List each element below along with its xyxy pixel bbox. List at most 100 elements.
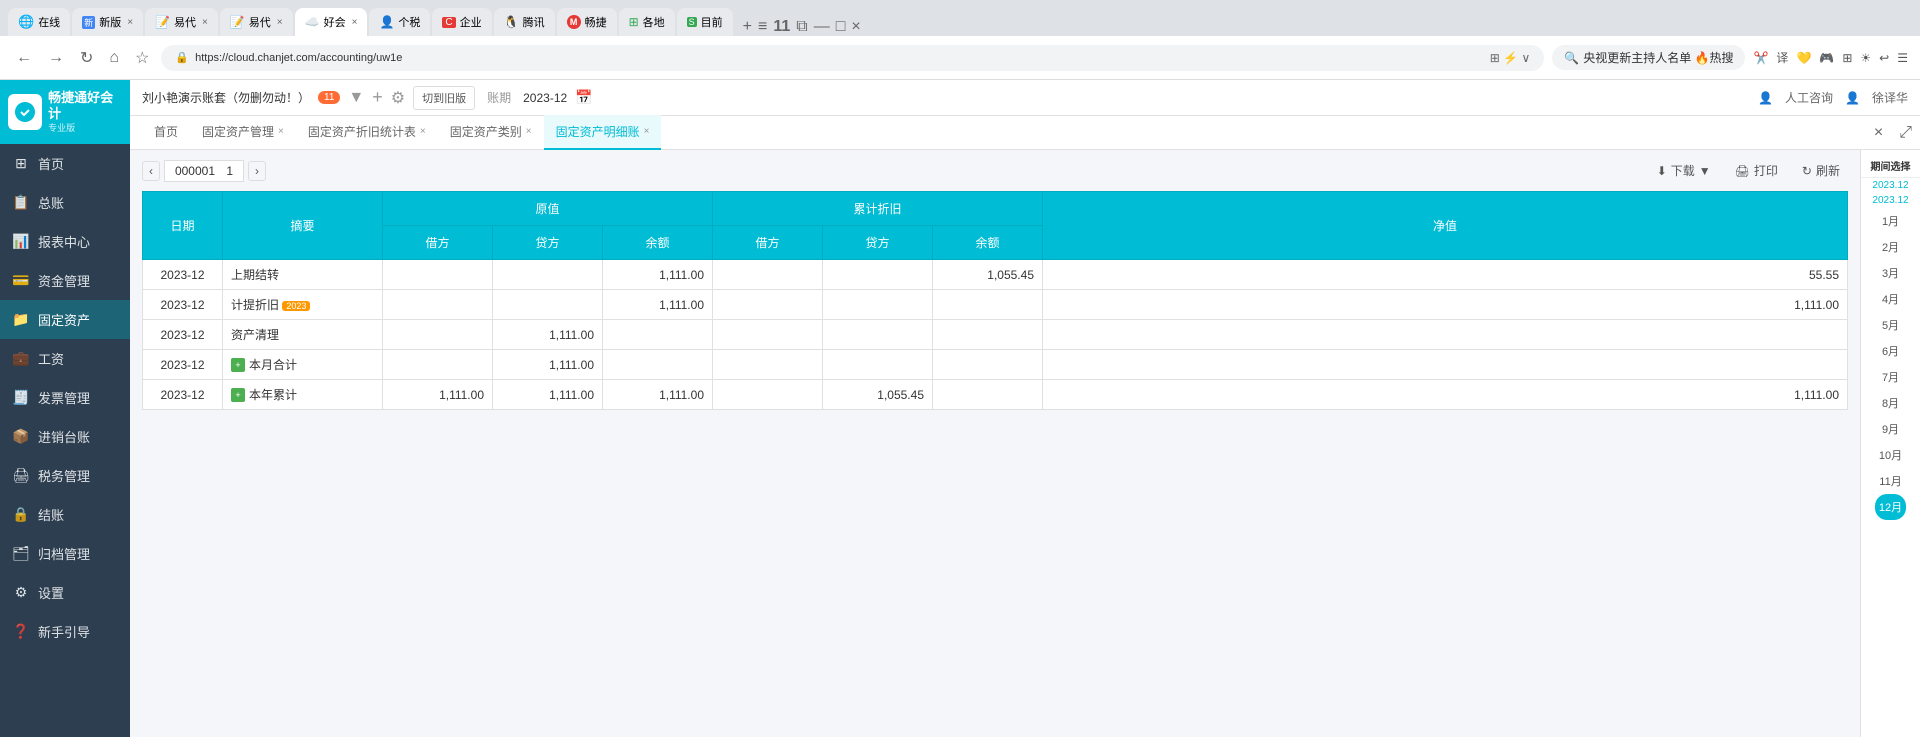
prev-asset-button[interactable]: ‹ — [142, 161, 160, 181]
tab-close-asset-detail[interactable]: × — [644, 126, 650, 137]
forward-button[interactable]: → — [44, 45, 68, 71]
tab-close-2[interactable]: × — [127, 17, 133, 28]
period-month-item[interactable]: 10月 — [1875, 442, 1906, 468]
download-button[interactable]: ⬇ 下载 ▼ — [1649, 158, 1719, 183]
reload-button[interactable]: ↻ — [76, 44, 97, 72]
grid-icon[interactable]: ⊞ — [1842, 51, 1852, 65]
next-asset-button[interactable]: › — [248, 161, 266, 181]
minimize-button[interactable]: 11 — [773, 18, 790, 36]
page-tab-depreciation-stats[interactable]: 固定资产折旧统计表 × — [296, 115, 438, 150]
asset-id-display: 000001 1 — [164, 160, 244, 182]
notification-badge: 11 — [318, 91, 340, 104]
expand-tab-button[interactable]: ⤢ — [1891, 120, 1920, 146]
sidebar-item-tax[interactable]: 🖨 税务管理 — [0, 456, 130, 495]
scissors-icon[interactable]: ✂️ — [1753, 51, 1768, 65]
support-label[interactable]: 人工咨询 — [1785, 89, 1833, 106]
search-box[interactable]: 🔍 央视更新主持人名单 🔥热搜 — [1552, 45, 1745, 70]
sidebar-item-settings[interactable]: ⚙ 设置 — [0, 573, 130, 612]
tab-close-5[interactable]: × — [352, 17, 358, 28]
page-tab-home[interactable]: 首页 — [142, 115, 190, 150]
sidebar-item-fixed-assets[interactable]: 📁 固定资产 — [0, 300, 130, 339]
sidebar-item-settlement[interactable]: 🔒 结账 — [0, 495, 130, 534]
page-tab-asset-detail[interactable]: 固定资产明细账 × — [544, 115, 662, 150]
cell-dep-balance: 1,055.45 — [933, 260, 1043, 290]
account-settings-button[interactable]: ⚙ — [391, 88, 405, 108]
wallet-icon[interactable]: 💛 — [1796, 51, 1811, 65]
period-month-item[interactable]: 7月 — [1875, 364, 1906, 390]
add-account-button[interactable]: + — [372, 87, 383, 108]
tab-close-fixed-assets-mgmt[interactable]: × — [278, 126, 284, 137]
undo-icon[interactable]: ↩ — [1879, 51, 1889, 65]
browser-tab-6[interactable]: 👤 个税 — [369, 8, 430, 36]
period-month-item[interactable]: 2月 — [1875, 234, 1906, 260]
period-date-2: 2023.12 — [1870, 193, 1910, 208]
sidebar-item-general-ledger[interactable]: 📋 总账 — [0, 183, 130, 222]
account-dropdown-icon[interactable]: ▼ — [348, 89, 364, 107]
close-current-tab-button[interactable]: × — [1866, 120, 1891, 146]
tab-close-3[interactable]: × — [202, 17, 208, 28]
cell-dep-balance — [933, 350, 1043, 380]
period-month-item[interactable]: 3月 — [1875, 260, 1906, 286]
sidebar-item-invoice[interactable]: 🧾 发票管理 — [0, 378, 130, 417]
sidebar-item-home[interactable]: ⊞ 首页 — [0, 144, 130, 183]
switch-version-button[interactable]: 切到旧版 — [413, 86, 475, 110]
brightness-icon[interactable]: ☀ — [1860, 51, 1871, 65]
menu-icon[interactable]: ☰ — [1897, 51, 1908, 65]
period-months-list: 1月2月3月4月5月6月7月8月9月10月11月12月 — [1875, 208, 1906, 520]
close-browser-button[interactable]: — — [814, 18, 830, 36]
browser-tab-9[interactable]: M 畅捷 — [557, 8, 617, 36]
period-month-item[interactable]: 8月 — [1875, 390, 1906, 416]
page-tab-fixed-assets-mgmt[interactable]: 固定资产管理 × — [190, 115, 296, 150]
sidebar-item-reports[interactable]: 📊 报表中心 — [0, 222, 130, 261]
browser-tab-8[interactable]: 🐧 腾讯 — [494, 8, 555, 36]
sidebar-item-funds[interactable]: 💳 资金管理 — [0, 261, 130, 300]
period-month-item[interactable]: 1月 — [1875, 208, 1906, 234]
tab-close-depreciation-stats[interactable]: × — [420, 126, 426, 137]
cell-orig-debit — [383, 260, 493, 290]
user-avatar-icon[interactable]: 👤 — [1845, 91, 1860, 105]
period-month-item[interactable]: 5月 — [1875, 312, 1906, 338]
maximize-button[interactable]: □ — [836, 18, 846, 36]
browser-tab-3[interactable]: 📝 易代 × — [145, 8, 218, 36]
period-month-item[interactable]: 4月 — [1875, 286, 1906, 312]
tab-close-4[interactable]: × — [277, 17, 283, 28]
topbar-right: 👤 人工咨询 👤 徐译华 — [1758, 89, 1908, 106]
refresh-button[interactable]: ↻ 刷新 — [1794, 158, 1848, 183]
new-tab-button[interactable]: + — [743, 18, 752, 36]
tab-close-asset-category[interactable]: × — [526, 126, 532, 137]
tab-overflow-button[interactable]: ≡ — [758, 18, 767, 36]
restore-button[interactable]: ⧉ — [796, 18, 807, 36]
period-month-item[interactable]: 12月 — [1875, 494, 1906, 520]
sidebar-item-guide[interactable]: ❓ 新手引导 — [0, 612, 130, 651]
page-tab-asset-category[interactable]: 固定资产类别 × — [438, 115, 544, 150]
browser-tab-7[interactable]: C 企业 — [432, 8, 491, 36]
guide-icon: ❓ — [12, 623, 30, 640]
cell-dep-debit — [713, 290, 823, 320]
period-month-item[interactable]: 11月 — [1875, 468, 1906, 494]
cell-date: 2023-12 — [143, 260, 223, 290]
home-button[interactable]: ⌂ — [105, 45, 123, 71]
close-window-button[interactable]: × — [851, 18, 860, 36]
address-bar[interactable]: 🔒 https://cloud.chanjet.com/accounting/u… — [161, 45, 1544, 71]
period-month-item[interactable]: 6月 — [1875, 338, 1906, 364]
print-button[interactable]: 🖨 打印 — [1727, 158, 1786, 183]
translate-icon[interactable]: 译 — [1776, 49, 1788, 66]
browser-tab-2[interactable]: 新 新版 × — [72, 8, 143, 36]
period-month-item[interactable]: 9月 — [1875, 416, 1906, 442]
browser-tab-11[interactable]: S 目前 — [677, 8, 733, 36]
logo-text-block: 畅捷通好会计 专业版 — [48, 90, 122, 134]
cell-orig-balance — [603, 350, 713, 380]
browser-tab-10[interactable]: ⊞ 各地 — [619, 8, 675, 36]
sidebar-item-purchase-sales[interactable]: 📦 进销台账 — [0, 417, 130, 456]
sidebar-item-payroll[interactable]: 💼 工资 — [0, 339, 130, 378]
browser-tab-5[interactable]: ☁️ 好会 × — [295, 8, 368, 36]
game-icon[interactable]: 🎮 — [1819, 51, 1834, 65]
support-icon[interactable]: 👤 — [1758, 91, 1773, 105]
browser-tab-1[interactable]: 🌐 在线 — [8, 8, 70, 36]
bookmark-button[interactable]: ☆ — [131, 44, 153, 72]
back-button[interactable]: ← — [12, 45, 36, 71]
sidebar-item-archive[interactable]: 🗂 归档管理 — [0, 534, 130, 573]
calendar-icon[interactable]: 📅 — [575, 89, 592, 106]
browser-tab-4[interactable]: 📝 易代 × — [220, 8, 293, 36]
download-dropdown-icon[interactable]: ▼ — [1699, 164, 1711, 178]
